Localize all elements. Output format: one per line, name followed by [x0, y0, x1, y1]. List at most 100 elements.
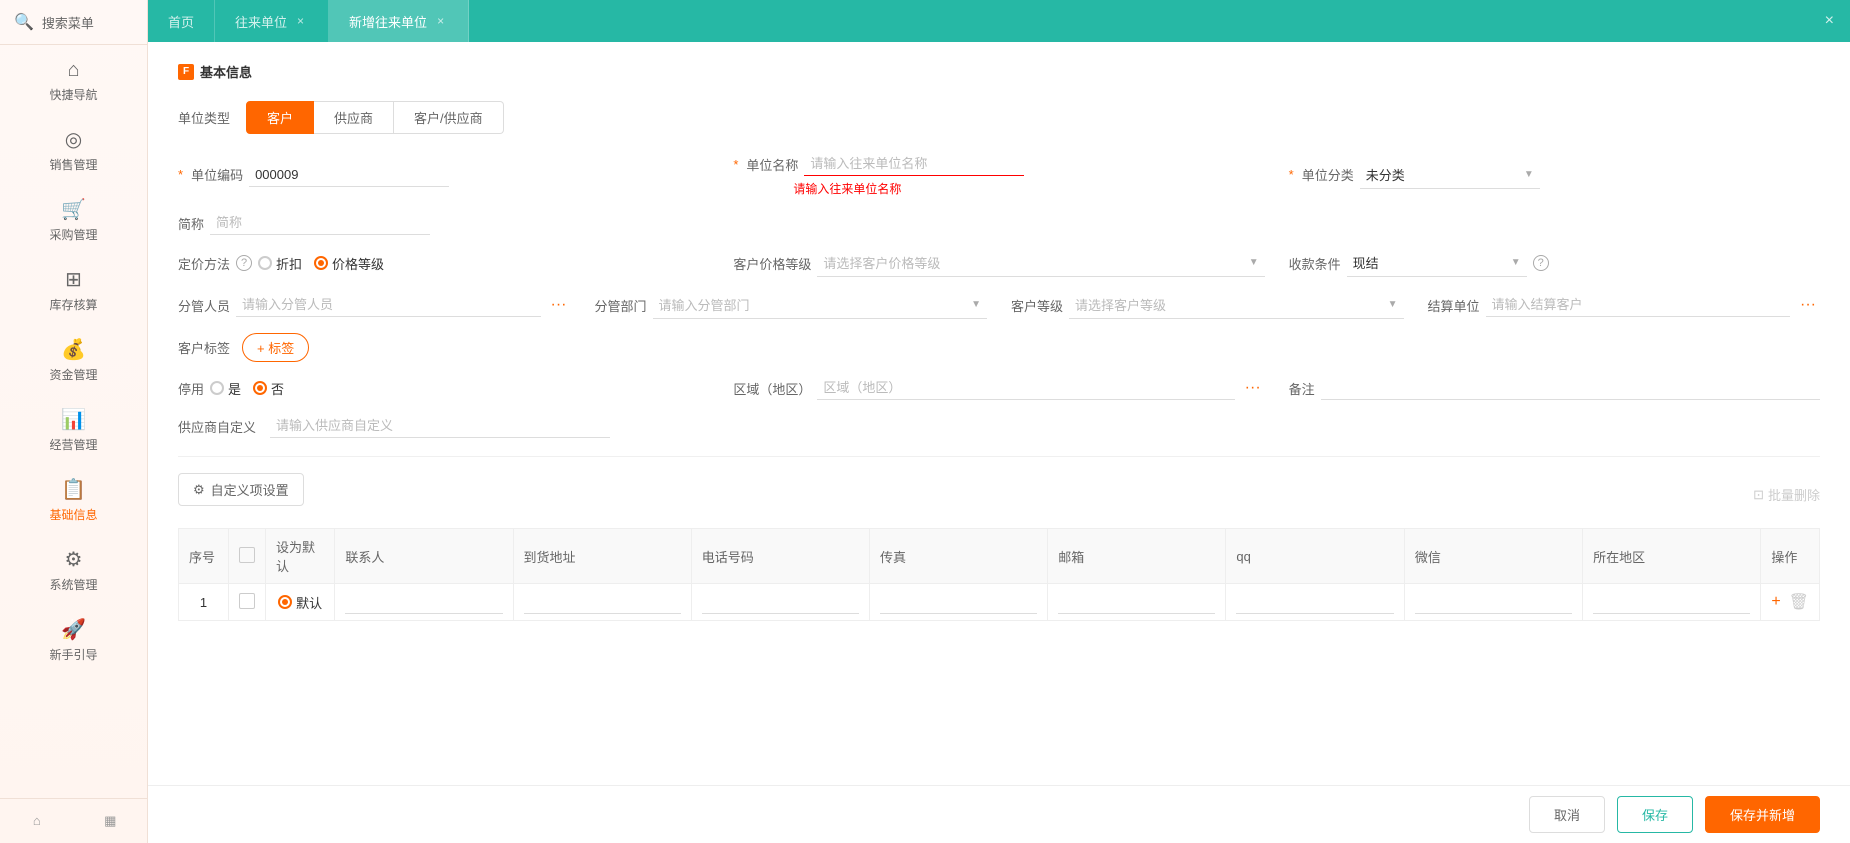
row-delete-btn[interactable]: 🗑	[1789, 592, 1809, 612]
address-input[interactable]	[524, 590, 681, 614]
customer-price-level-arrow: ▼	[1249, 257, 1259, 268]
short-name-input[interactable]	[210, 211, 430, 235]
purchase-icon: 🛒	[61, 197, 86, 222]
customer-level-select[interactable]: 请选择客户等级 ▼	[1069, 291, 1403, 319]
row-add-btn[interactable]: +	[1771, 593, 1780, 611]
disabled-yes[interactable]: 是	[210, 379, 241, 398]
row-contact[interactable]	[335, 584, 513, 621]
unit-type-supplier[interactable]: 供应商	[314, 101, 394, 134]
sidebar-label-system: 系统管理	[49, 576, 97, 593]
sidebar-item-quick-nav[interactable]: ⌂ 快捷导航	[0, 45, 147, 113]
pricing-method-label: 定价方法	[178, 254, 230, 273]
short-name-label: 简称	[178, 214, 204, 233]
unit-code-input[interactable]	[249, 163, 449, 187]
system-icon: ⚙	[65, 547, 83, 572]
sidebar-item-finance[interactable]: 💰 资金管理	[0, 323, 147, 393]
dept-select[interactable]: 请输入分管部门 ▼	[653, 291, 987, 319]
region-more-btn[interactable]: ···	[1241, 379, 1265, 397]
pricing-help-icon[interactable]: ?	[236, 255, 252, 271]
row-email[interactable]	[1048, 584, 1226, 621]
email-input[interactable]	[1058, 590, 1215, 614]
pricing-method-field: 定价方法 ? 折扣 价格等级	[178, 254, 709, 273]
row-region-input[interactable]	[1593, 590, 1750, 614]
customer-tag-label: 客户标签	[178, 338, 230, 357]
table-row: 1 默认	[179, 584, 1820, 621]
search-menu[interactable]: 🔍 搜索菜单	[0, 0, 147, 45]
payment-terms-arrow: ▼	[1511, 257, 1521, 268]
unit-name-label: 单位名称	[746, 155, 798, 174]
sidebar-item-purchase[interactable]: 🛒 采购管理	[0, 183, 147, 253]
sidebar-bottom-home[interactable]: ⌂	[0, 807, 74, 835]
region-input[interactable]	[817, 376, 1234, 400]
sidebar-item-inventory[interactable]: ⊞ 库存核算	[0, 253, 147, 323]
settlement-unit-label: 结算单位	[1428, 296, 1480, 315]
tab-contacts-close[interactable]: ×	[293, 12, 308, 30]
custom-setting-button[interactable]: ⚙ 自定义项设置	[178, 473, 304, 506]
pricing-radio-price-level[interactable]: 价格等级	[314, 254, 384, 273]
customer-price-level-placeholder: 请选择客户价格等级	[823, 253, 1244, 272]
bottom-bars-icon: ▦	[104, 813, 116, 829]
sidebar-label-basics: 基础信息	[49, 506, 97, 523]
sidebar-label-operations: 经营管理	[49, 436, 97, 453]
save-and-add-button[interactable]: 保存并新增	[1705, 796, 1820, 833]
save-button[interactable]: 保存	[1617, 796, 1693, 833]
unit-type-customer[interactable]: 客户	[246, 101, 314, 134]
row-region[interactable]	[1583, 584, 1761, 621]
payment-terms-select[interactable]: 现结 ▼	[1347, 249, 1527, 277]
unit-category-select[interactable]: 未分类 ▼	[1360, 161, 1540, 189]
bulk-delete-button[interactable]: ⊡ 批量删除	[1753, 485, 1820, 504]
sidebar-bottom-bars[interactable]: ▦	[74, 807, 148, 835]
th-checkbox[interactable]	[229, 529, 266, 584]
sidebar-item-basics[interactable]: 📋 基础信息	[0, 463, 147, 533]
dept-placeholder: 请输入分管部门	[659, 295, 968, 314]
cancel-button[interactable]: 取消	[1529, 796, 1605, 833]
tab-contacts[interactable]: 往来单位 ×	[215, 0, 329, 42]
tabbar-global-close[interactable]: ×	[1809, 12, 1850, 30]
search-label: 搜索菜单	[42, 13, 94, 32]
supplier-custom-input[interactable]	[270, 414, 610, 438]
settlement-unit-more-btn[interactable]: ···	[1796, 296, 1820, 314]
unit-type-both[interactable]: 客户/供应商	[394, 101, 504, 134]
payment-terms-help-icon[interactable]: ?	[1533, 255, 1549, 271]
content-area: F 基本信息 单位类型 客户 供应商 客户/供应商 * 单位编码 * 单位名称	[148, 42, 1850, 843]
contact-input[interactable]	[345, 590, 502, 614]
row-fax[interactable]	[869, 584, 1047, 621]
row-wechat[interactable]	[1404, 584, 1582, 621]
manager-more-btn[interactable]: ···	[547, 296, 571, 314]
tab-new-contact-label: 新增往来单位	[349, 12, 427, 31]
disabled-no[interactable]: 否	[253, 379, 284, 398]
customer-price-level-select[interactable]: 请选择客户价格等级 ▼	[817, 249, 1264, 277]
settlement-unit-input[interactable]	[1486, 293, 1791, 317]
disabled-no-label: 否	[271, 379, 284, 398]
wechat-input[interactable]	[1415, 590, 1572, 614]
customer-price-level-field: 客户价格等级 请选择客户价格等级 ▼	[733, 249, 1264, 277]
manager-input[interactable]	[236, 293, 541, 317]
sidebar-item-operations[interactable]: 📊 经营管理	[0, 393, 147, 463]
qq-input[interactable]	[1236, 590, 1393, 614]
pricing-radio-discount[interactable]: 折扣	[258, 254, 302, 273]
sidebar-item-newbie[interactable]: 🚀 新手引导	[0, 603, 147, 673]
tab-home[interactable]: 首页	[148, 0, 215, 42]
sidebar-label-sales: 销售管理	[49, 156, 97, 173]
th-region: 所在地区	[1583, 529, 1761, 584]
select-all-checkbox[interactable]	[239, 547, 255, 563]
operations-icon: 📊	[61, 407, 86, 432]
row-default-radio[interactable]: 默认	[276, 593, 324, 612]
unit-name-input[interactable]	[804, 152, 1024, 176]
sidebar-label-quick-nav: 快捷导航	[49, 86, 97, 103]
row-checkbox[interactable]	[239, 593, 255, 609]
row-address[interactable]	[513, 584, 691, 621]
add-tag-button[interactable]: + 标签	[242, 333, 309, 362]
tab-new-contact-close[interactable]: ×	[433, 12, 448, 30]
sidebar-item-system[interactable]: ⚙ 系统管理	[0, 533, 147, 603]
row-phone[interactable]	[691, 584, 869, 621]
row-checkbox-cell[interactable]	[229, 584, 266, 621]
row-qq[interactable]	[1226, 584, 1404, 621]
fax-input[interactable]	[880, 590, 1037, 614]
sidebar-item-sales[interactable]: ◎ 销售管理	[0, 113, 147, 183]
phone-input[interactable]	[702, 590, 859, 614]
remark-input[interactable]	[1321, 376, 1820, 400]
row-actions: + 🗑	[1771, 592, 1809, 612]
unit-type-label: 单位类型	[178, 108, 230, 127]
tab-new-contact[interactable]: 新增往来单位 ×	[329, 0, 469, 42]
